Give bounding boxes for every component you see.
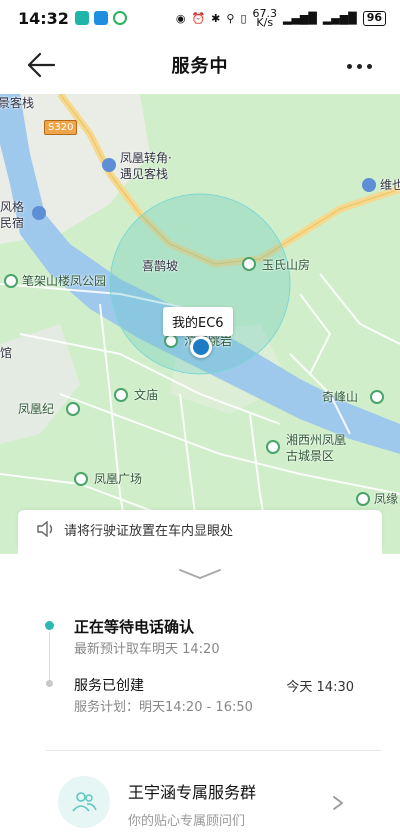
past-step-subtitle: 服务计划：明天14:20 - 16:50 [74, 700, 253, 715]
attraction-poi-icon[interactable] [356, 492, 370, 506]
current-step-title: 正在等待电话确认 [74, 618, 195, 636]
service-group-icon[interactable] [58, 776, 110, 828]
service-group-title[interactable]: 王宇涵专属服务群 [128, 779, 256, 803]
map-label-fengge-2[interactable]: 民宿 [0, 214, 24, 231]
notice-text: 请将行驶证放置在车内显眼处 [64, 523, 234, 539]
signal-icon: ▂▄▆█ [283, 11, 317, 25]
map-label-bijiashan[interactable]: 笔架山楼凤公园 [22, 272, 106, 289]
network-speed-unit: K/s [256, 16, 274, 29]
past-step-title: 服务已创建 [74, 678, 144, 694]
service-card: 正在等待电话确认 最新预计取车明天 14:20 服务已创建 今天 14:30 服… [18, 548, 382, 835]
map-label-hotel: 景客栈 [0, 96, 35, 110]
map-label-qifengshan[interactable]: 奇峰山 [322, 388, 358, 405]
system-indicators: ◉ ⏰ ✱ ⚲ ▯ 67.3 K/s ▂▄▆█ ▂▄▆█ 96 [175, 8, 386, 29]
wechat-notification-icon [112, 11, 127, 25]
map-label-ancient-town[interactable]: 湘西州凤凰 古城景区 [286, 432, 346, 464]
car-label-bubble[interactable]: 我的EC6 [163, 307, 233, 336]
timeline-line [49, 632, 50, 682]
map-label-fengge[interactable]: 风格 [0, 198, 24, 215]
more-options-icon[interactable] [347, 64, 372, 69]
location-notification-icon [93, 11, 108, 25]
signal-icon-2: ▂▄▆█ [322, 11, 357, 25]
location-icon: ⚲ [226, 11, 235, 25]
people-icon [72, 792, 97, 812]
chevron-down-icon[interactable] [178, 568, 222, 580]
map-label-weiyena[interactable]: 维也纳 [380, 176, 400, 193]
map-label-xiqueapo[interactable]: 喜鹊坡 [142, 257, 178, 274]
map-label-inn[interactable]: 凤凰转角· 遇见客栈 [120, 150, 172, 182]
vibrate-icon: ▯ [240, 11, 247, 25]
attraction-poi-icon[interactable] [114, 388, 128, 402]
attraction-poi-icon[interactable] [164, 334, 178, 348]
hotel-poi-icon[interactable] [102, 158, 116, 172]
map-label-wenmiao[interactable]: 文庙 [134, 386, 158, 403]
map-label-square[interactable]: 凤凰广场 [94, 470, 142, 487]
notice-bar: 请将行驶证放置在车内显眼处 [18, 510, 382, 548]
bluetooth-icon: ✱ [211, 11, 221, 25]
status-bar: 14:32 ◉ ⏰ ✱ ⚲ ▯ 67.3 K/s ▂▄▆█ ▂▄▆█ 96 [0, 0, 400, 36]
app-notification-icon [74, 11, 89, 25]
status-time: 14:32 [18, 8, 69, 28]
alarm-icon: ⏰ [191, 11, 206, 25]
attraction-poi-icon[interactable] [74, 472, 88, 486]
past-step-time: 今天 14:30 [286, 680, 354, 695]
eye-icon: ◉ [175, 11, 186, 25]
timeline-dot-active [45, 621, 54, 630]
park-poi-icon[interactable] [4, 274, 18, 288]
back-arrow-icon[interactable] [26, 52, 56, 78]
speaker-icon [37, 521, 53, 537]
map-label-guan[interactable]: 馆 [0, 344, 12, 361]
service-group-subtitle: 你的贴心专属顾问们 [128, 814, 246, 829]
car-location-icon[interactable] [190, 336, 212, 358]
hotel-poi-icon[interactable] [362, 178, 376, 192]
timeline-dot-past [46, 680, 53, 687]
app-header: 服务中 [0, 36, 400, 94]
attraction-poi-icon[interactable] [66, 402, 80, 416]
battery-indicator: 96 [362, 10, 386, 26]
current-step-subtitle: 最新预计取车明天 14:20 [74, 642, 220, 657]
page-title: 服务中 [171, 56, 229, 77]
map-label-yushishan[interactable]: 玉氏山房 [262, 256, 310, 273]
map-view[interactable]: S320 景客栈 凤凰转角· 遇见客栈 维也纳 风格 民宿 笔架山楼凤公园 喜鹊… [0, 94, 400, 554]
road-code-badge: S320 [44, 120, 78, 135]
divider [46, 750, 382, 751]
attraction-poi-icon[interactable] [242, 257, 256, 271]
map-label-fengyuan[interactable]: 凤缘 [374, 490, 398, 507]
attraction-poi-icon[interactable] [370, 390, 384, 404]
chevron-right-icon[interactable] [332, 795, 344, 811]
map-label-fenghuangji[interactable]: 凤凰纪 [18, 400, 54, 417]
hotel-poi-icon[interactable] [32, 206, 46, 220]
network-speed: 67.3 K/s [253, 8, 278, 29]
notification-icons [74, 11, 127, 25]
scenic-poi-icon[interactable] [266, 440, 280, 454]
